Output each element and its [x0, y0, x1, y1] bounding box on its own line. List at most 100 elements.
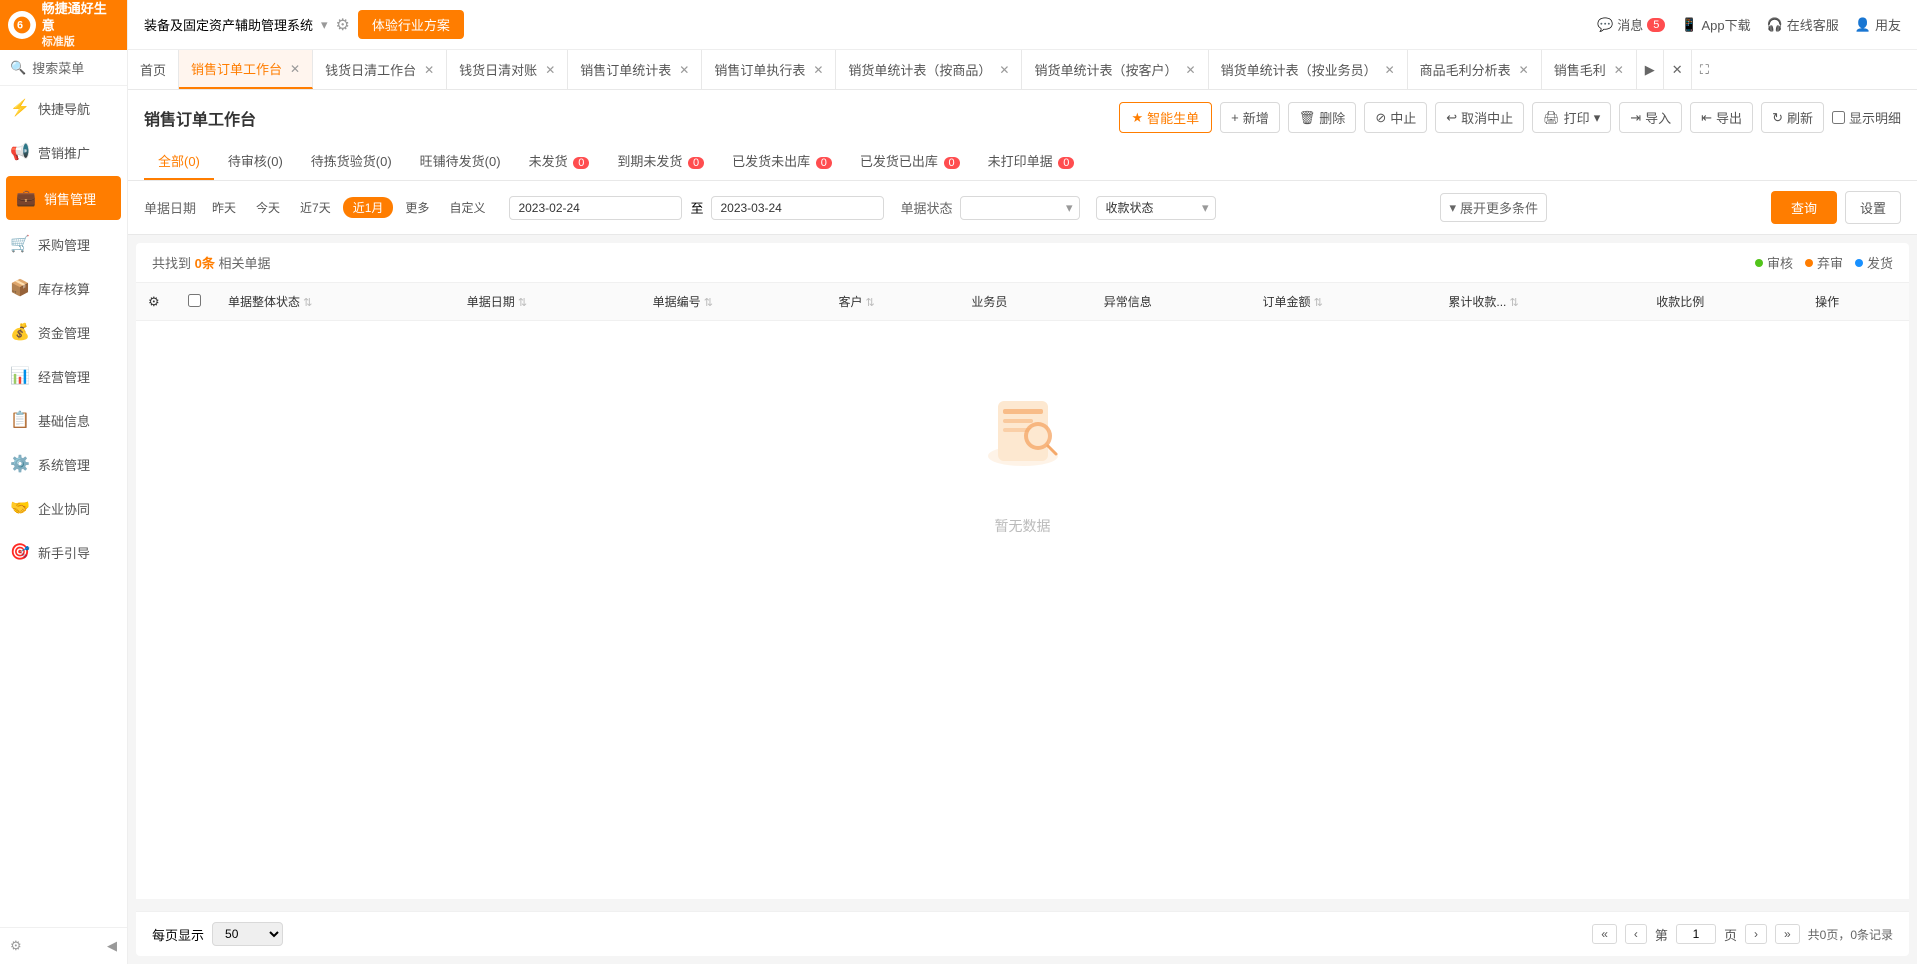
message-action[interactable]: 💬 消息 5: [1597, 15, 1665, 34]
expand-more-btn[interactable]: ▾ 展开更多条件: [1440, 193, 1547, 222]
experience-button[interactable]: 体验行业方案: [358, 10, 464, 39]
logo-icon: 6: [8, 11, 36, 39]
sidebar-item-marketing[interactable]: 📢 营销推广: [0, 130, 127, 174]
add-button[interactable]: + 新增: [1220, 102, 1280, 133]
tab-close-icon[interactable]: ✕: [290, 62, 300, 76]
delete-button[interactable]: 🗑 删除: [1288, 102, 1357, 133]
tab-more-btn[interactable]: ▶: [1637, 50, 1663, 89]
settings-btn[interactable]: ⚙: [336, 15, 350, 35]
anti-review-action[interactable]: 弃审: [1805, 253, 1843, 272]
filter-tab-pending-review[interactable]: 待审核(0): [214, 143, 297, 180]
col-status[interactable]: 单据整体状态: [216, 283, 455, 321]
page-size-select[interactable]: 20 50 100: [212, 922, 283, 946]
tab-sales-order-stat[interactable]: 销售订单统计表 ✕: [568, 50, 702, 89]
app-download-action[interactable]: 📱 App下载: [1681, 15, 1750, 34]
cancel-stop-button[interactable]: ↩ 取消中止: [1435, 102, 1524, 133]
query-button[interactable]: 查询: [1771, 191, 1837, 224]
review-action[interactable]: 审核: [1755, 253, 1793, 272]
date-opt-custom[interactable]: 自定义: [441, 197, 493, 218]
filter-tab-shipped-out[interactable]: 已发货已出库 0: [846, 143, 974, 180]
tab-sales-workbench[interactable]: 销售订单工作台 ✕: [179, 50, 313, 89]
sidebar-item-purchase[interactable]: 🛒 采购管理: [0, 222, 127, 266]
date-opt-today[interactable]: 今天: [248, 197, 288, 218]
smart-gen-button[interactable]: ★ 智能生单: [1119, 102, 1213, 133]
tab-close-icon[interactable]: ✕: [424, 63, 434, 77]
col-customer[interactable]: 客户: [826, 283, 959, 321]
filter-tab-expired-not-shipped[interactable]: 到期未发货 0: [603, 143, 718, 180]
filter-tab-not-printed[interactable]: 未打印单据 0: [974, 143, 1089, 180]
tab-cash-daily[interactable]: 钱货日清工作台 ✕: [313, 50, 447, 89]
tab-close-icon[interactable]: ✕: [999, 63, 1009, 77]
date-to-input[interactable]: [711, 196, 884, 220]
tab-sales-stat-staff[interactable]: 销货单统计表（按业务员） ✕: [1209, 50, 1408, 89]
filter-tab-shipped-not-out[interactable]: 已发货未出库 0: [718, 143, 846, 180]
tab-product-profit[interactable]: 商品毛利分析表 ✕: [1408, 50, 1542, 89]
status-select[interactable]: [960, 196, 1080, 220]
prev-page-btn[interactable]: ‹: [1625, 924, 1647, 944]
sidebar-item-finance[interactable]: 💰 资金管理: [0, 310, 127, 354]
filter-tab-wangpu[interactable]: 旺铺待发货(0): [406, 143, 515, 180]
sidebar-item-enterprise[interactable]: 🤝 企业协同: [0, 486, 127, 530]
sidebar-item-guide[interactable]: 🎯 新手引导: [0, 530, 127, 574]
tab-close-icon[interactable]: ✕: [1519, 63, 1529, 77]
settings-col-icon[interactable]: ⚙: [148, 294, 160, 309]
page-input[interactable]: [1676, 924, 1716, 944]
tab-close-icon[interactable]: ✕: [1614, 63, 1624, 77]
export-button[interactable]: ⇤ 导出: [1690, 102, 1753, 133]
col-checkbox[interactable]: [176, 283, 216, 321]
filter-tab-all[interactable]: 全部(0): [144, 143, 214, 180]
import-button[interactable]: ⇥ 导入: [1619, 102, 1682, 133]
tab-close-icon[interactable]: ✕: [679, 63, 689, 77]
date-from-input[interactable]: [509, 196, 682, 220]
date-opt-7days[interactable]: 近7天: [292, 197, 339, 218]
col-number[interactable]: 单据编号: [641, 283, 827, 321]
col-date[interactable]: 单据日期: [455, 283, 641, 321]
settings-icon[interactable]: ⚙: [10, 938, 22, 954]
sidebar-search[interactable]: 🔍 搜索菜单: [0, 50, 127, 86]
tab-sales-stat-product[interactable]: 销货单统计表（按商品） ✕: [836, 50, 1022, 89]
select-all-checkbox[interactable]: [188, 294, 201, 307]
date-opt-more[interactable]: 更多: [397, 197, 437, 218]
collapse-icon[interactable]: ◀: [107, 938, 117, 954]
tab-close-icon[interactable]: ✕: [1385, 63, 1395, 77]
tab-fullscreen-btn[interactable]: ⛶: [1691, 50, 1717, 89]
sidebar-item-inventory[interactable]: 📦 库存核算: [0, 266, 127, 310]
date-opt-yesterday[interactable]: 昨天: [204, 197, 244, 218]
sidebar-item-quick-nav[interactable]: ⚡ 快捷导航: [0, 86, 127, 130]
tab-close-all-btn[interactable]: ✕: [1663, 50, 1691, 89]
tab-close-icon[interactable]: ✕: [545, 63, 555, 77]
show-detail-checkbox[interactable]: [1832, 111, 1845, 124]
sidebar-item-label: 新手引导: [38, 543, 90, 562]
tab-sales-order-exec[interactable]: 销售订单执行表 ✕: [702, 50, 836, 89]
next-page-btn[interactable]: ›: [1745, 924, 1767, 944]
sidebar-item-sales[interactable]: 💼 销售管理: [6, 176, 121, 220]
star-icon: ★: [1132, 110, 1144, 126]
col-amount[interactable]: 订单金额: [1251, 283, 1437, 321]
sidebar-item-operation[interactable]: 📊 经营管理: [0, 354, 127, 398]
tab-cash-reconcile[interactable]: 钱货日清对账 ✕: [447, 50, 568, 89]
refresh-button[interactable]: ↻ 刷新: [1761, 102, 1824, 133]
tab-sales-stat-customer[interactable]: 销货单统计表（按客户） ✕: [1022, 50, 1208, 89]
ship-action[interactable]: 发货: [1855, 253, 1893, 272]
setting-button[interactable]: 设置: [1845, 191, 1901, 224]
filter-tab-not-shipped[interactable]: 未发货 0: [515, 143, 604, 180]
online-service-action[interactable]: 🎧 在线客服: [1767, 15, 1839, 34]
date-opt-1month[interactable]: 近1月: [343, 197, 394, 218]
show-detail-checkbox-label[interactable]: 显示明细: [1832, 108, 1901, 127]
sidebar-item-basic-info[interactable]: 📋 基础信息: [0, 398, 127, 442]
print-button[interactable]: 🖨 打印 ▾: [1532, 102, 1611, 133]
last-page-btn[interactable]: »: [1775, 924, 1800, 944]
tab-home[interactable]: 首页: [128, 50, 179, 89]
first-page-btn[interactable]: «: [1592, 924, 1617, 944]
stop-button[interactable]: ⊘ 中止: [1364, 102, 1427, 133]
payment-status-select[interactable]: 收款状态: [1096, 196, 1216, 220]
tab-close-icon[interactable]: ✕: [813, 63, 823, 77]
sidebar-item-system[interactable]: ⚙️ 系统管理: [0, 442, 127, 486]
tab-close-icon[interactable]: ✕: [1186, 63, 1196, 77]
horizontal-scrollbar[interactable]: [136, 899, 1909, 911]
user-action[interactable]: 👤 用友: [1855, 15, 1901, 34]
dropdown-icon[interactable]: ▾: [321, 17, 328, 33]
tab-sales-profit[interactable]: 销售毛利 ✕: [1542, 50, 1637, 89]
filter-tab-pending-inspect[interactable]: 待拣货验货(0): [297, 143, 406, 180]
col-collected[interactable]: 累计收款...: [1436, 283, 1644, 321]
